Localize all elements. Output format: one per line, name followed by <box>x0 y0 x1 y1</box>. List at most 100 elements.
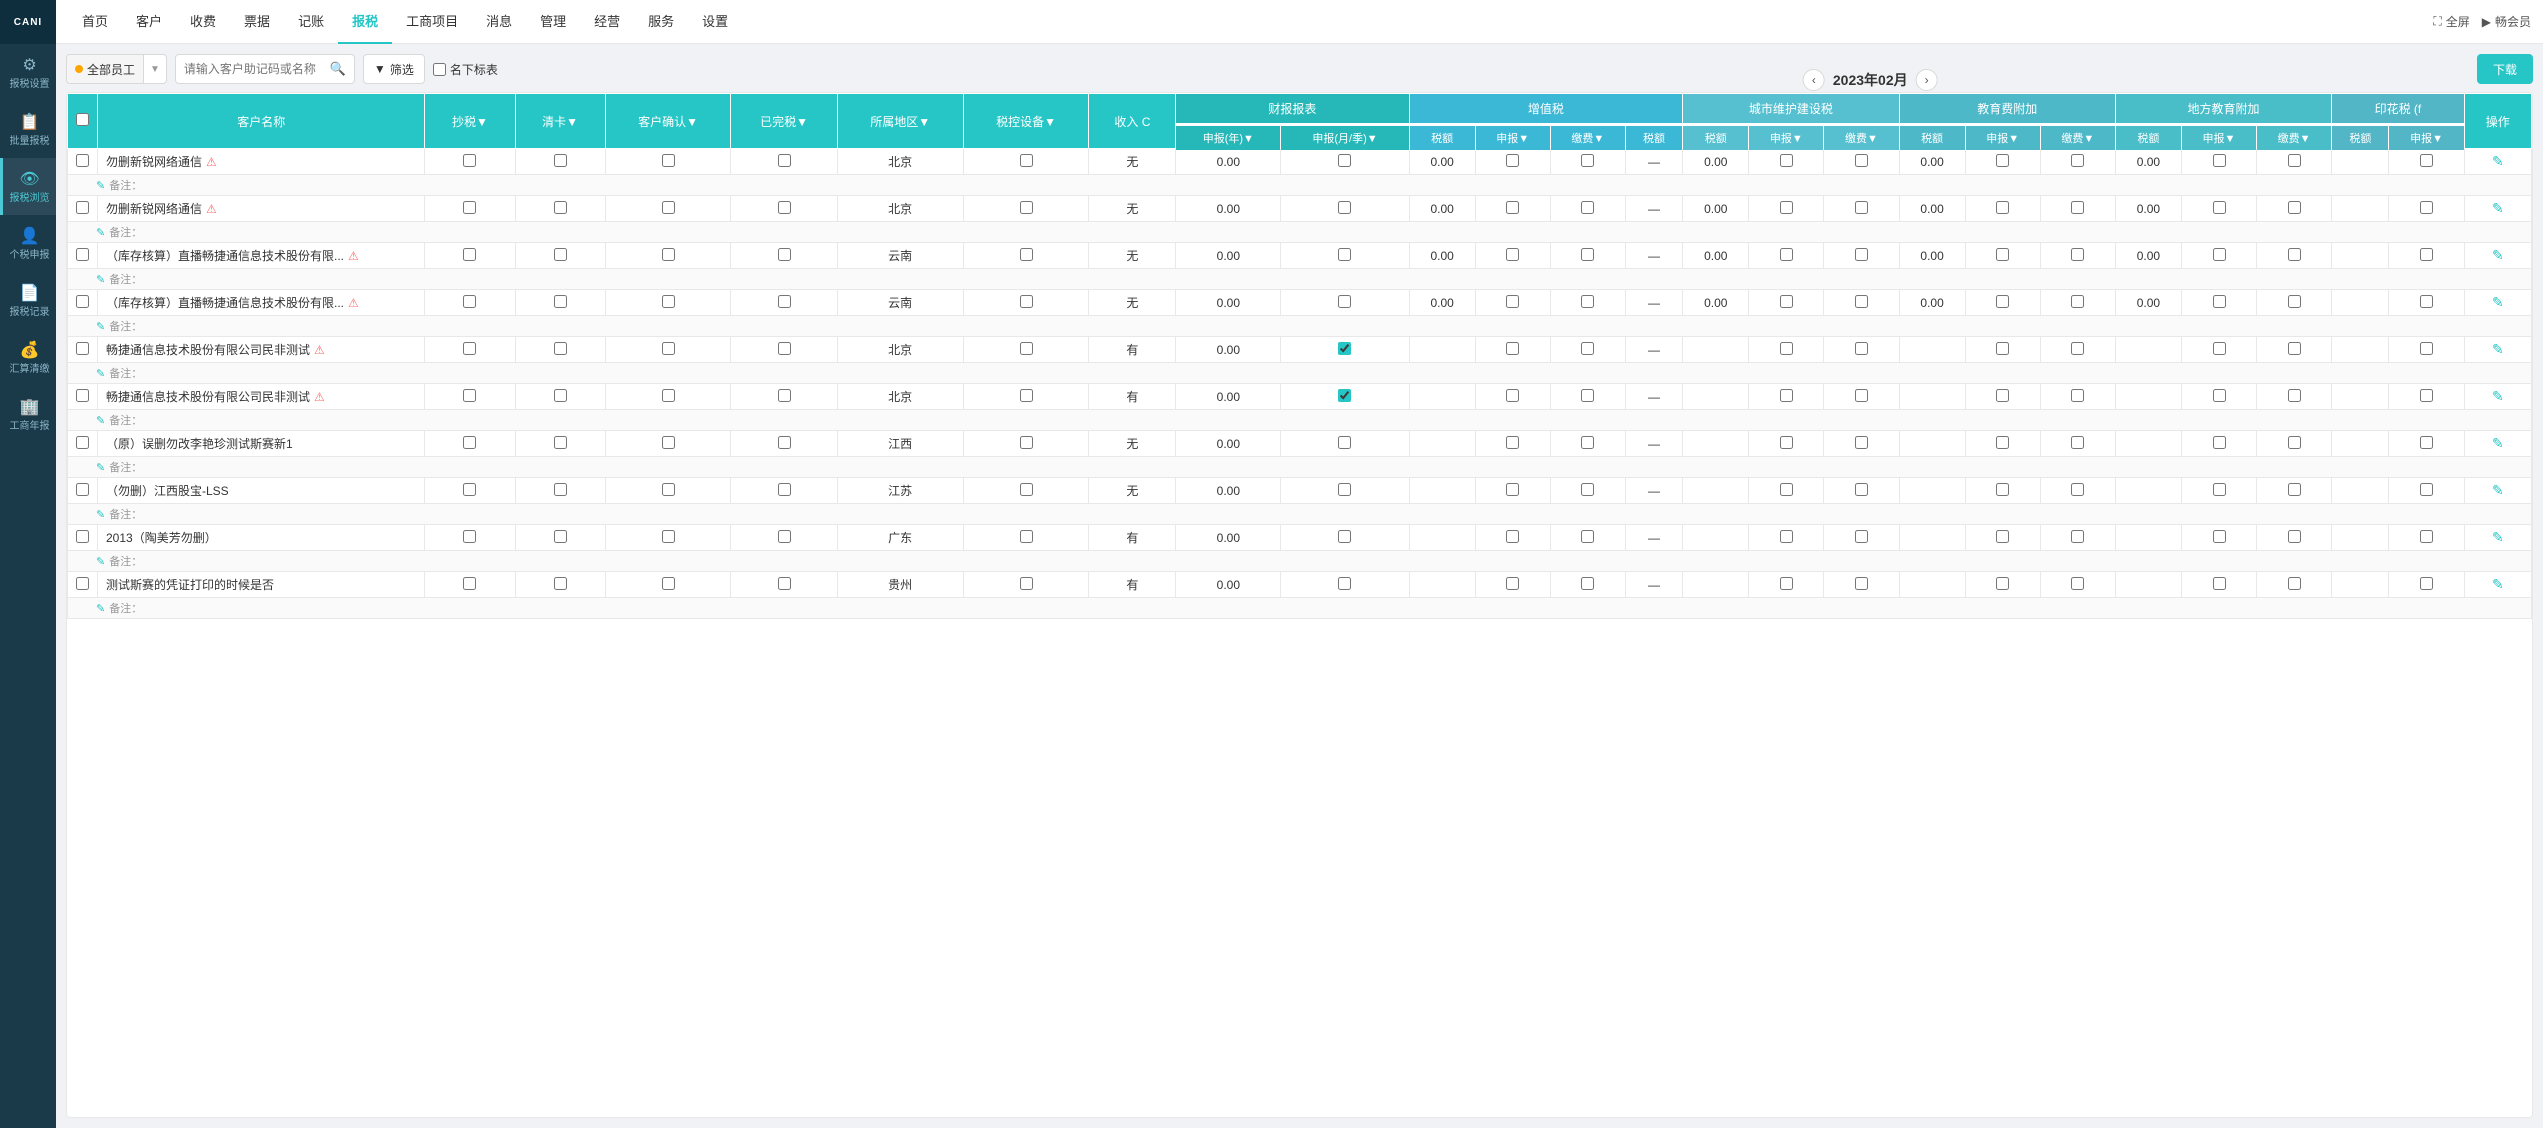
zz-jiaofei-checkbox[interactable] <box>1581 436 1594 449</box>
cs-shenbao-chk[interactable] <box>1780 154 1793 167</box>
edit-icon[interactable]: ✎ <box>2492 388 2504 404</box>
note-edit-icon[interactable]: ✎ <box>96 274 105 286</box>
cs-shenbao-chk[interactable] <box>1780 577 1793 590</box>
sidebar-item-baoshuiliulan[interactable]: 👁 报税浏览 <box>0 158 56 215</box>
df-shenbao-chk[interactable] <box>2213 483 2226 496</box>
cs-jiaofei-chk[interactable] <box>1855 530 1868 543</box>
sidebar-item-piliangshuishui[interactable]: 📋 批量报税 <box>0 101 56 158</box>
row-checkbox[interactable] <box>76 577 89 590</box>
sidebar-item-baoshuijilu[interactable]: 📄 报税记录 <box>0 272 56 329</box>
kehurending-checkbox[interactable] <box>662 483 675 496</box>
jy-shenbao-chk[interactable] <box>1996 577 2009 590</box>
jy-jiaofei-chk[interactable] <box>2071 577 2084 590</box>
yinhua-shenbao-chk[interactable] <box>2420 295 2433 308</box>
cs-shenbao-chk[interactable] <box>1780 389 1793 402</box>
yinhua-shenbao-chk[interactable] <box>2420 342 2433 355</box>
zz-jiaofei-checkbox[interactable] <box>1581 154 1594 167</box>
yinhua-shenbao-chk[interactable] <box>2420 201 2433 214</box>
zz-jiaofei-checkbox[interactable] <box>1581 248 1594 261</box>
edit-icon[interactable]: ✎ <box>2492 153 2504 169</box>
note-edit-icon[interactable]: ✎ <box>96 509 105 521</box>
df-shenbao-chk[interactable] <box>2213 248 2226 261</box>
zz-jiaofei-checkbox[interactable] <box>1581 577 1594 590</box>
cs-jiaofei-chk[interactable] <box>1855 483 1868 496</box>
jy-shenbao-chk[interactable] <box>1996 530 2009 543</box>
taxcontrol-checkbox[interactable] <box>1020 342 1033 355</box>
df-jiaofei-chk[interactable] <box>2288 201 2301 214</box>
sidebar-item-huisuanqingjiao[interactable]: 💰 汇算清缴 <box>0 329 56 386</box>
zz-shenbao-checkbox[interactable] <box>1506 483 1519 496</box>
yinhua-shenbao-chk[interactable] <box>2420 436 2433 449</box>
cs-jiaofei-chk[interactable] <box>1855 295 1868 308</box>
kehurending-checkbox[interactable] <box>662 342 675 355</box>
cs-shenbao-chk[interactable] <box>1780 483 1793 496</box>
zz-shenbao-checkbox[interactable] <box>1506 248 1519 261</box>
qingka-checkbox[interactable] <box>554 483 567 496</box>
zz-shenbao-checkbox[interactable] <box>1506 201 1519 214</box>
yiwansui-checkbox[interactable] <box>778 248 791 261</box>
jy-jiaofei-chk[interactable] <box>2071 201 2084 214</box>
note-edit-icon[interactable]: ✎ <box>96 462 105 474</box>
yinhua-shenbao-chk[interactable] <box>2420 389 2433 402</box>
nav-operation[interactable]: 经营 <box>580 0 634 44</box>
zz-shenbao-checkbox[interactable] <box>1506 577 1519 590</box>
yiwansui-checkbox[interactable] <box>778 577 791 590</box>
note-edit-icon[interactable]: ✎ <box>96 180 105 192</box>
cs-shenbao-chk[interactable] <box>1780 530 1793 543</box>
df-jiaofei-chk[interactable] <box>2288 342 2301 355</box>
nav-tax[interactable]: 报税 <box>338 0 392 44</box>
nav-message[interactable]: 消息 <box>472 0 526 44</box>
edit-icon[interactable]: ✎ <box>2492 247 2504 263</box>
select-all-checkbox[interactable] <box>76 113 89 126</box>
chaoshui-checkbox[interactable] <box>463 577 476 590</box>
zz-shenbao-checkbox[interactable] <box>1506 436 1519 449</box>
jy-shenbao-chk[interactable] <box>1996 154 2009 167</box>
zz-shenbao-checkbox[interactable] <box>1506 154 1519 167</box>
jy-jiaofei-chk[interactable] <box>2071 295 2084 308</box>
taxcontrol-checkbox[interactable] <box>1020 248 1033 261</box>
membership-btn[interactable]: ▶ 畅会员 <box>2482 13 2531 30</box>
sidebar-item-baoshuishezhi[interactable]: ⚙ 报税设置 <box>0 44 56 101</box>
df-shenbao-chk[interactable] <box>2213 295 2226 308</box>
cs-shenbao-chk[interactable] <box>1780 248 1793 261</box>
yinhua-shenbao-chk[interactable] <box>2420 577 2433 590</box>
jy-jiaofei-chk[interactable] <box>2071 248 2084 261</box>
edit-icon[interactable]: ✎ <box>2492 435 2504 451</box>
kehurending-checkbox[interactable] <box>662 248 675 261</box>
zz-jiaofei-checkbox[interactable] <box>1581 342 1594 355</box>
filter-button[interactable]: ▼ 筛选 <box>363 54 425 84</box>
chaoshui-checkbox[interactable] <box>463 248 476 261</box>
yinhua-shenbao-chk[interactable] <box>2420 248 2433 261</box>
taxcontrol-checkbox[interactable] <box>1020 295 1033 308</box>
cs-shenbao-chk[interactable] <box>1780 201 1793 214</box>
cs-jiaofei-chk[interactable] <box>1855 389 1868 402</box>
fullscreen-btn[interactable]: ⛶ 全屏 <box>2433 13 2469 30</box>
kehurending-checkbox[interactable] <box>662 201 675 214</box>
row-checkbox[interactable] <box>76 530 89 543</box>
cs-jiaofei-chk[interactable] <box>1855 577 1868 590</box>
df-shenbao-chk[interactable] <box>2213 389 2226 402</box>
yiwansui-checkbox[interactable] <box>778 483 791 496</box>
qingka-checkbox[interactable] <box>554 530 567 543</box>
jy-jiaofei-chk[interactable] <box>2071 154 2084 167</box>
note-edit-icon[interactable]: ✎ <box>96 321 105 333</box>
nav-manage[interactable]: 管理 <box>526 0 580 44</box>
df-jiaofei-chk[interactable] <box>2288 436 2301 449</box>
taxcontrol-checkbox[interactable] <box>1020 577 1033 590</box>
df-jiaofei-chk[interactable] <box>2288 389 2301 402</box>
kehurending-checkbox[interactable] <box>662 530 675 543</box>
nav-fee[interactable]: 收费 <box>176 0 230 44</box>
zz-jiaofei-checkbox[interactable] <box>1581 201 1594 214</box>
yiwansui-checkbox[interactable] <box>778 201 791 214</box>
chaoshui-checkbox[interactable] <box>463 154 476 167</box>
row-checkbox[interactable] <box>76 154 89 167</box>
cs-jiaofei-chk[interactable] <box>1855 201 1868 214</box>
nav-home[interactable]: 首页 <box>68 0 122 44</box>
caibao-year-check[interactable] <box>1338 201 1351 214</box>
search-icon[interactable]: 🔍 <box>330 61 346 77</box>
jy-shenbao-chk[interactable] <box>1996 201 2009 214</box>
chaoshui-checkbox[interactable] <box>463 201 476 214</box>
cs-shenbao-chk[interactable] <box>1780 295 1793 308</box>
df-shenbao-chk[interactable] <box>2213 201 2226 214</box>
qingka-checkbox[interactable] <box>554 295 567 308</box>
